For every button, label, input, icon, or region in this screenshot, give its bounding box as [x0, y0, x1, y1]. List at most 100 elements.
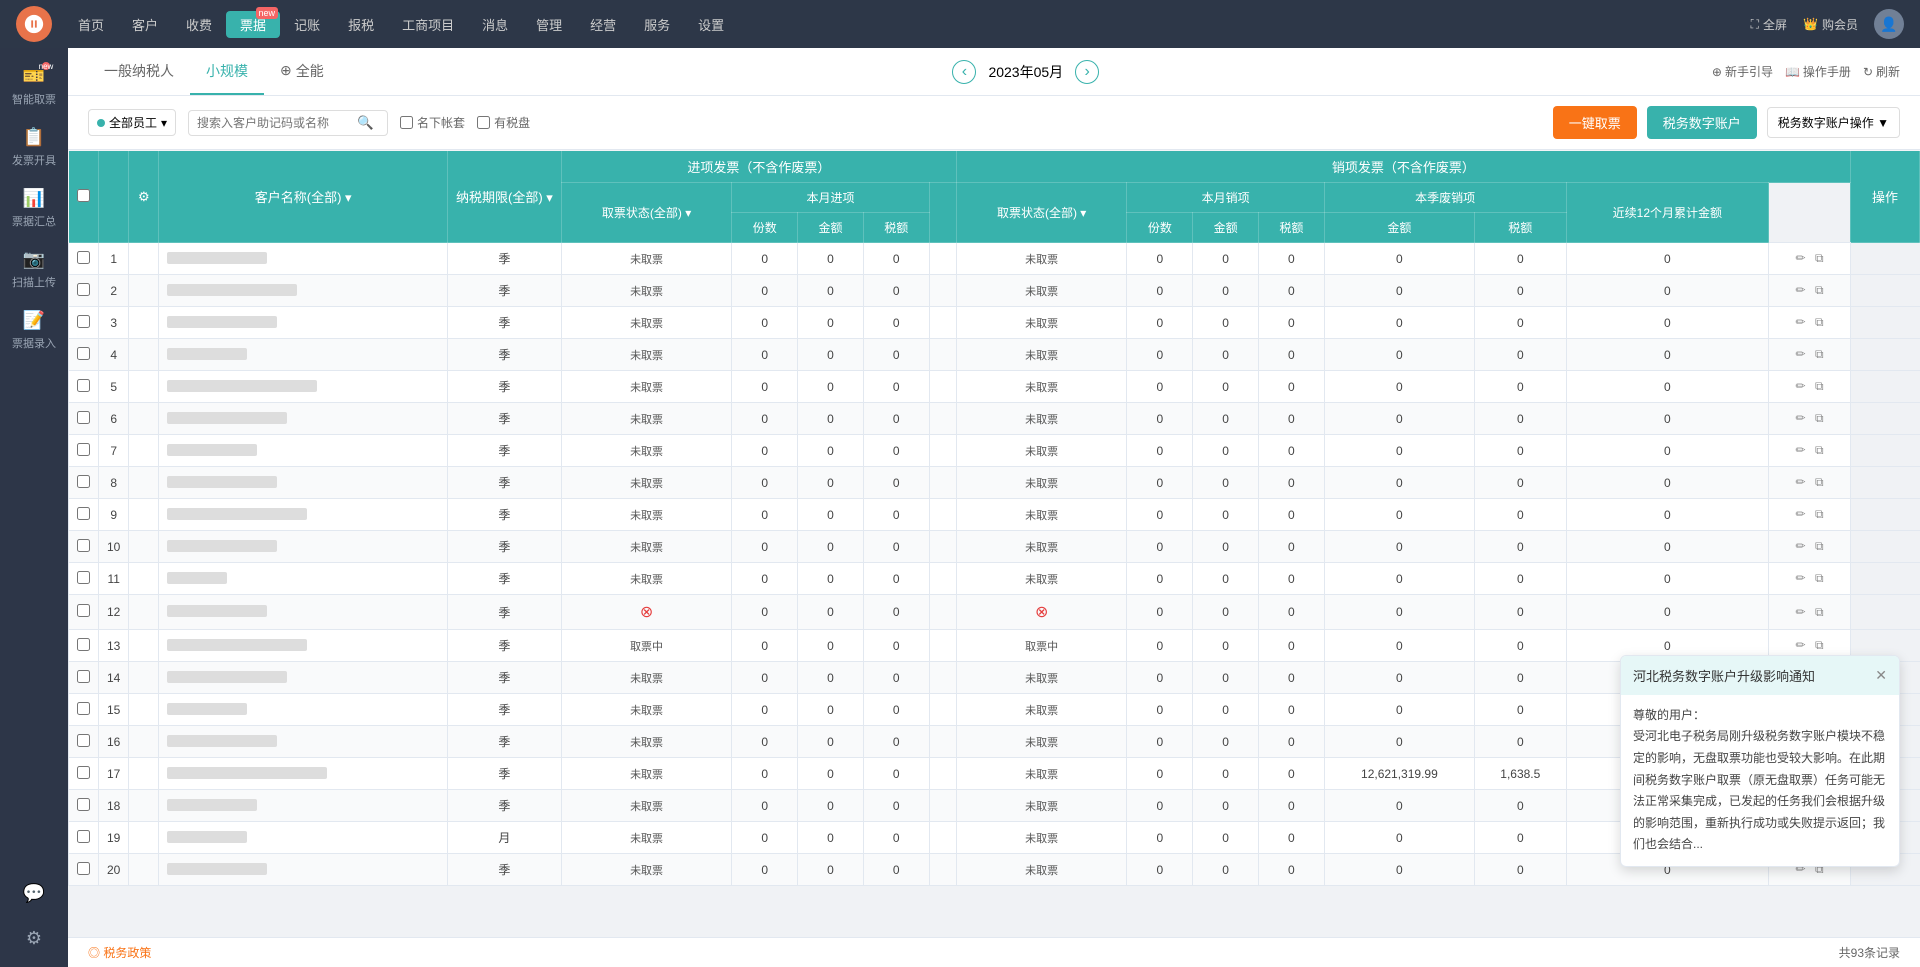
- in-count-cell: 0: [732, 243, 798, 275]
- edit-icon[interactable]: ✏: [1796, 539, 1806, 553]
- edit-icon[interactable]: ✏: [1796, 347, 1806, 361]
- nav-item-10[interactable]: 服务: [630, 11, 684, 38]
- copy-icon[interactable]: ⧉: [1815, 571, 1824, 585]
- user-avatar[interactable]: 👤: [1874, 9, 1904, 39]
- row-checkbox[interactable]: [77, 251, 90, 264]
- notification-close-button[interactable]: ✕: [1875, 667, 1887, 684]
- member-button[interactable]: 👑 购会员: [1803, 16, 1858, 33]
- row-checkbox[interactable]: [77, 443, 90, 456]
- nav-item-8[interactable]: 管理: [522, 11, 576, 38]
- tax-digital-account-button[interactable]: 税务数字账户: [1647, 106, 1757, 139]
- sidebar-bottom-icon-2[interactable]: ⚙: [18, 920, 50, 957]
- row-checkbox[interactable]: [77, 507, 90, 520]
- sidebar-item-2[interactable]: 📊票据汇总: [8, 178, 60, 239]
- edit-icon[interactable]: ✏: [1796, 507, 1806, 521]
- edit-icon[interactable]: ✏: [1796, 251, 1806, 265]
- row-checkbox[interactable]: [77, 571, 90, 584]
- subaccount-checkbox[interactable]: [400, 116, 413, 129]
- refresh-button[interactable]: ↻ 刷新: [1863, 63, 1900, 80]
- edit-icon[interactable]: ✏: [1796, 605, 1806, 619]
- copy-icon[interactable]: ⧉: [1815, 347, 1824, 361]
- tab-all[interactable]: ⊕全能: [264, 49, 340, 95]
- row-checkbox[interactable]: [77, 702, 90, 715]
- nav-item-0[interactable]: 首页: [64, 11, 118, 38]
- th-inbound-fetch-status[interactable]: 取票状态(全部) ▾: [561, 183, 732, 243]
- prev-month-button[interactable]: ‹: [952, 60, 976, 84]
- sidebar-bottom-icon-1[interactable]: 💬: [15, 875, 53, 912]
- sidebar-item-3[interactable]: 📷扫描上传: [8, 239, 60, 300]
- fullscreen-button[interactable]: ⛶ 全屏: [1751, 16, 1787, 33]
- row-checkbox[interactable]: [77, 347, 90, 360]
- tax-policy-link[interactable]: ◎ 税务政策: [88, 944, 151, 961]
- edit-icon[interactable]: ✏: [1796, 283, 1806, 297]
- tab-general-taxpayer[interactable]: 一般纳税人: [88, 49, 190, 95]
- manual-link[interactable]: 📖 操作手册: [1785, 63, 1851, 80]
- row-checkbox[interactable]: [77, 830, 90, 843]
- tax-digital-account-ops-button[interactable]: 税务数字账户操作 ▼: [1767, 107, 1900, 138]
- edit-icon[interactable]: ✏: [1796, 411, 1806, 425]
- copy-icon[interactable]: ⧉: [1815, 539, 1824, 553]
- nav-item-7[interactable]: 消息: [468, 11, 522, 38]
- row-checkbox[interactable]: [77, 670, 90, 683]
- row-checkbox-cell: [69, 694, 99, 726]
- row-checkbox[interactable]: [77, 411, 90, 424]
- sidebar-item-4[interactable]: 📝票据录入: [8, 300, 60, 361]
- copy-icon[interactable]: ⧉: [1815, 475, 1824, 489]
- copy-icon[interactable]: ⧉: [1815, 315, 1824, 329]
- status-chip: 未取票: [630, 478, 663, 490]
- one-click-fetch-button[interactable]: 一键取票: [1553, 106, 1637, 139]
- taxdisk-checkbox[interactable]: [477, 116, 490, 129]
- nav-item-3[interactable]: 票据new: [226, 11, 280, 38]
- sidebar-item-1[interactable]: 📋发票开具: [8, 117, 60, 178]
- row-checkbox[interactable]: [77, 283, 90, 296]
- row-checkbox[interactable]: [77, 604, 90, 617]
- subaccount-checkbox-label[interactable]: 名下帐套: [400, 114, 465, 131]
- sidebar-item-0[interactable]: new🎫智能取票: [8, 56, 60, 117]
- copy-icon[interactable]: ⧉: [1815, 411, 1824, 425]
- next-month-button[interactable]: ›: [1075, 60, 1099, 84]
- edit-icon[interactable]: ✏: [1796, 379, 1806, 393]
- row-checkbox[interactable]: [77, 379, 90, 392]
- copy-icon[interactable]: ⧉: [1815, 507, 1824, 521]
- edit-icon[interactable]: ✏: [1796, 571, 1806, 585]
- out-amount-cell: 0: [1193, 854, 1259, 886]
- copy-icon[interactable]: ⧉: [1815, 443, 1824, 457]
- search-button[interactable]: 🔍: [357, 115, 374, 131]
- row-checkbox[interactable]: [77, 734, 90, 747]
- row-checkbox[interactable]: [77, 862, 90, 875]
- nav-item-5[interactable]: 报税: [334, 11, 388, 38]
- row-checkbox[interactable]: [77, 539, 90, 552]
- nav-item-11[interactable]: 设置: [684, 11, 738, 38]
- copy-icon[interactable]: ⧉: [1815, 379, 1824, 393]
- edit-icon[interactable]: ✏: [1796, 475, 1806, 489]
- logo[interactable]: [16, 6, 52, 42]
- search-input[interactable]: [197, 116, 357, 130]
- edit-icon[interactable]: ✏: [1796, 443, 1806, 457]
- nav-item-1[interactable]: 客户: [118, 11, 172, 38]
- nav-item-6[interactable]: 工商项目: [388, 11, 468, 38]
- employee-select[interactable]: 全部员工 ▾: [88, 109, 176, 136]
- taxdisk-checkbox-label[interactable]: 有税盘: [477, 114, 530, 131]
- nav-item-9[interactable]: 经营: [576, 11, 630, 38]
- th-outbound-fetch-status[interactable]: 取票状态(全部) ▾: [956, 183, 1127, 243]
- copy-icon[interactable]: ⧉: [1815, 605, 1824, 619]
- th-inbound-padding: [929, 183, 956, 243]
- tab-small-scale[interactable]: 小规模: [190, 49, 264, 95]
- copy-icon[interactable]: ⧉: [1815, 283, 1824, 297]
- row-checkbox[interactable]: [77, 315, 90, 328]
- row-checkbox[interactable]: [77, 798, 90, 811]
- row-checkbox[interactable]: [77, 638, 90, 651]
- edit-icon[interactable]: ✏: [1796, 315, 1806, 329]
- edit-icon[interactable]: ✏: [1796, 638, 1806, 652]
- th-client[interactable]: 客户名称(全部) ▾: [159, 151, 448, 243]
- new-guide-link[interactable]: ⊕ 新手引导: [1712, 63, 1773, 80]
- nav-item-2[interactable]: 收费: [172, 11, 226, 38]
- copy-icon[interactable]: ⧉: [1815, 638, 1824, 652]
- nav-item-4[interactable]: 记账: [280, 11, 334, 38]
- row-checkbox[interactable]: [77, 766, 90, 779]
- copy-icon[interactable]: ⧉: [1815, 251, 1824, 265]
- select-all-checkbox[interactable]: [77, 189, 90, 202]
- th-tax-limit[interactable]: 纳税期限(全部) ▾: [448, 151, 562, 243]
- in-amount-cell: 0: [798, 563, 864, 595]
- row-checkbox[interactable]: [77, 475, 90, 488]
